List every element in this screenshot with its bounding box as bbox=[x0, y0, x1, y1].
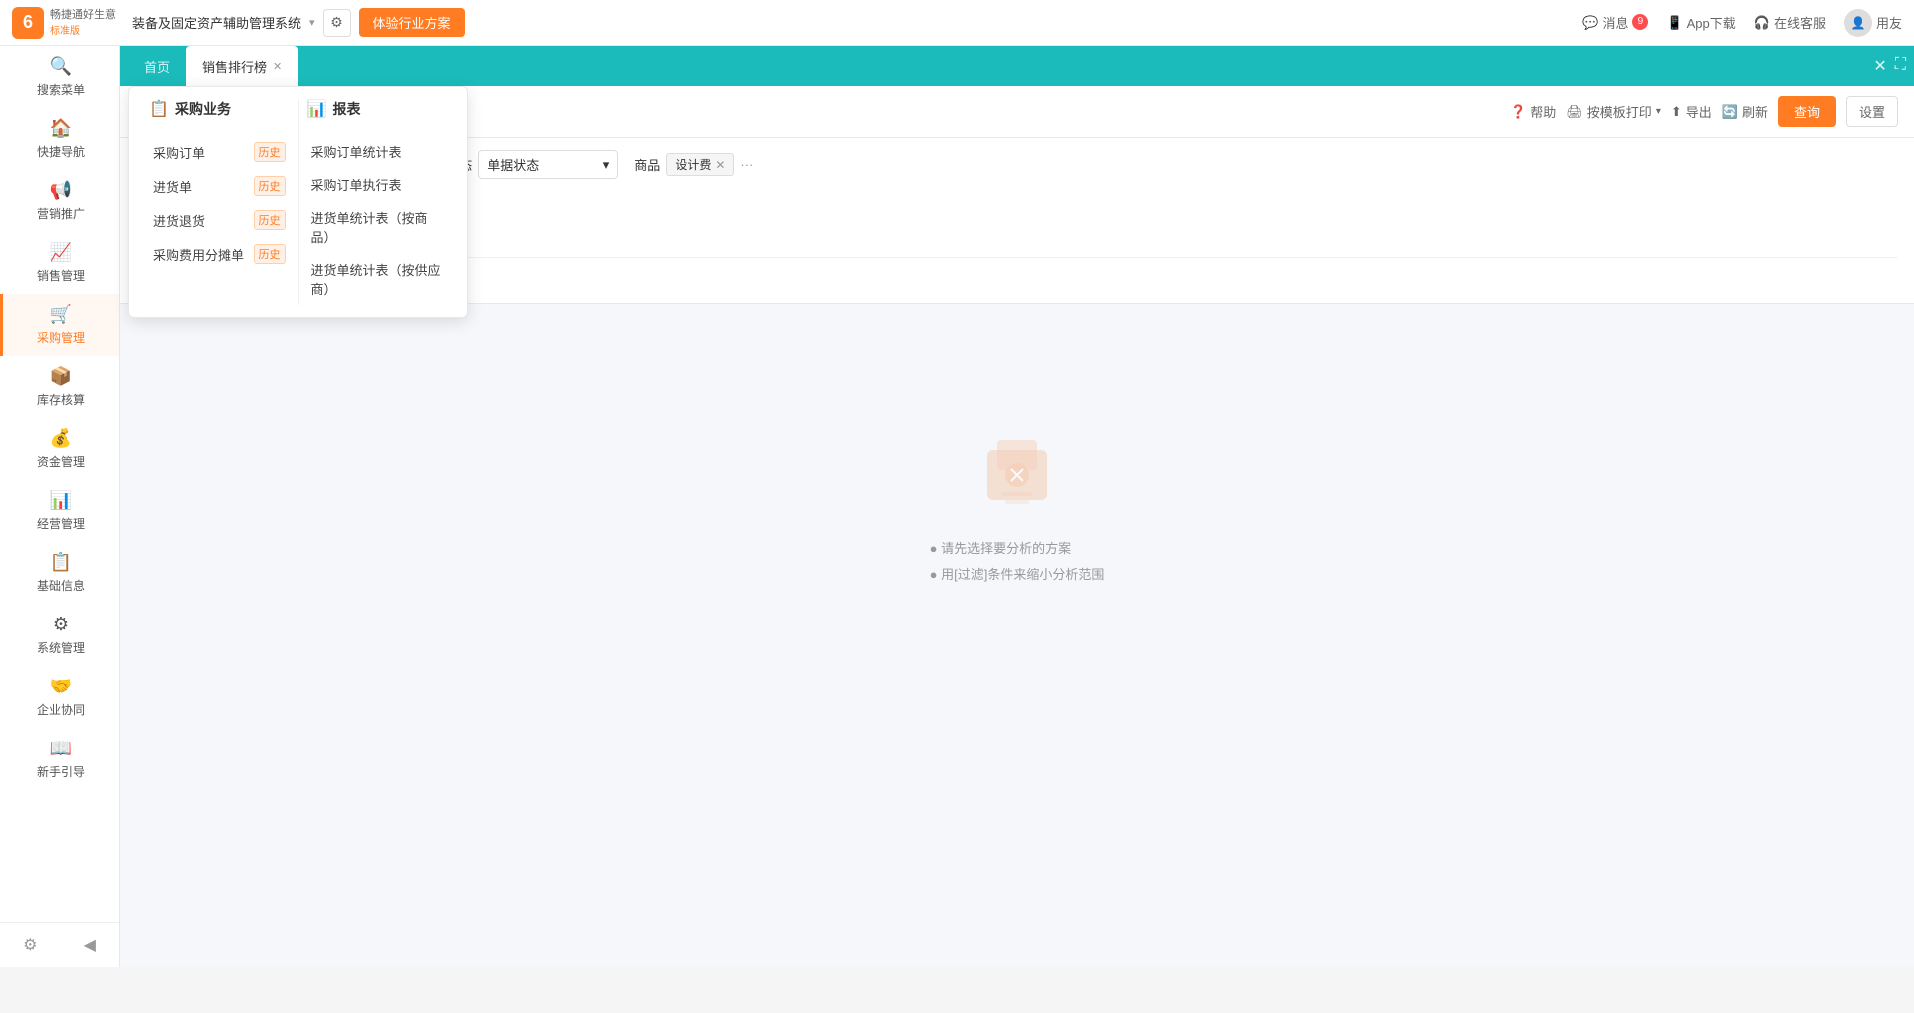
dropdown-item-label: 采购费用分摊单 bbox=[153, 245, 244, 264]
dropdown-item-purchase-expense[interactable]: 采购费用分摊单 历史 bbox=[149, 237, 290, 271]
history-tag: 历史 bbox=[254, 210, 286, 230]
dropdown-purchase-col: 📋 采购业务 采购订单 历史 进货单 历史 进货退货 历史 采购费用分摊单 历史 bbox=[141, 99, 299, 305]
dropdown-report-icon: 📊 bbox=[307, 99, 327, 119]
dropdown-item-purchase-order-stat[interactable]: 采购订单统计表 bbox=[307, 135, 448, 168]
dropdown-menu: 📋 采购业务 采购订单 历史 进货单 历史 进货退货 历史 采购费用分摊单 历史… bbox=[128, 86, 468, 318]
dropdown-item-purchase-order[interactable]: 采购订单 历史 bbox=[149, 135, 290, 169]
dropdown-purchase-header: 📋 采购业务 bbox=[149, 99, 290, 125]
dropdown-item-label: 采购订单执行表 bbox=[311, 175, 402, 194]
dropdown-report-header: 📊 报表 bbox=[307, 99, 448, 125]
dropdown-purchase-title: 采购业务 bbox=[175, 99, 231, 119]
dropdown-item-purchase-receipt[interactable]: 进货单 历史 bbox=[149, 169, 290, 203]
dropdown-item-label: 进货退货 bbox=[153, 211, 205, 230]
dropdown-item-purchase-return[interactable]: 进货退货 历史 bbox=[149, 203, 290, 237]
history-tag: 历史 bbox=[254, 244, 286, 264]
dropdown-item-purchase-order-exec[interactable]: 采购订单执行表 bbox=[307, 168, 448, 201]
dropdown-purchase-icon: 📋 bbox=[149, 99, 169, 119]
dropdown-item-label: 进货单统计表（按供应商） bbox=[311, 260, 444, 298]
dropdown-item-label: 进货单 bbox=[153, 177, 192, 196]
dropdown-item-label: 采购订单 bbox=[153, 143, 205, 162]
dropdown-item-receipt-stat-supplier[interactable]: 进货单统计表（按供应商） bbox=[307, 253, 448, 305]
dropdown-report-col: 📊 报表 采购订单统计表 采购订单执行表 进货单统计表（按商品） 进货单统计表（… bbox=[299, 99, 456, 305]
dropdown-item-label: 采购订单统计表 bbox=[311, 142, 402, 161]
dropdown-item-receipt-stat-goods[interactable]: 进货单统计表（按商品） bbox=[307, 201, 448, 253]
history-tag: 历史 bbox=[254, 142, 286, 162]
dropdown-item-label: 进货单统计表（按商品） bbox=[311, 208, 444, 246]
history-tag: 历史 bbox=[254, 176, 286, 196]
dropdown-report-title: 报表 bbox=[333, 99, 361, 119]
